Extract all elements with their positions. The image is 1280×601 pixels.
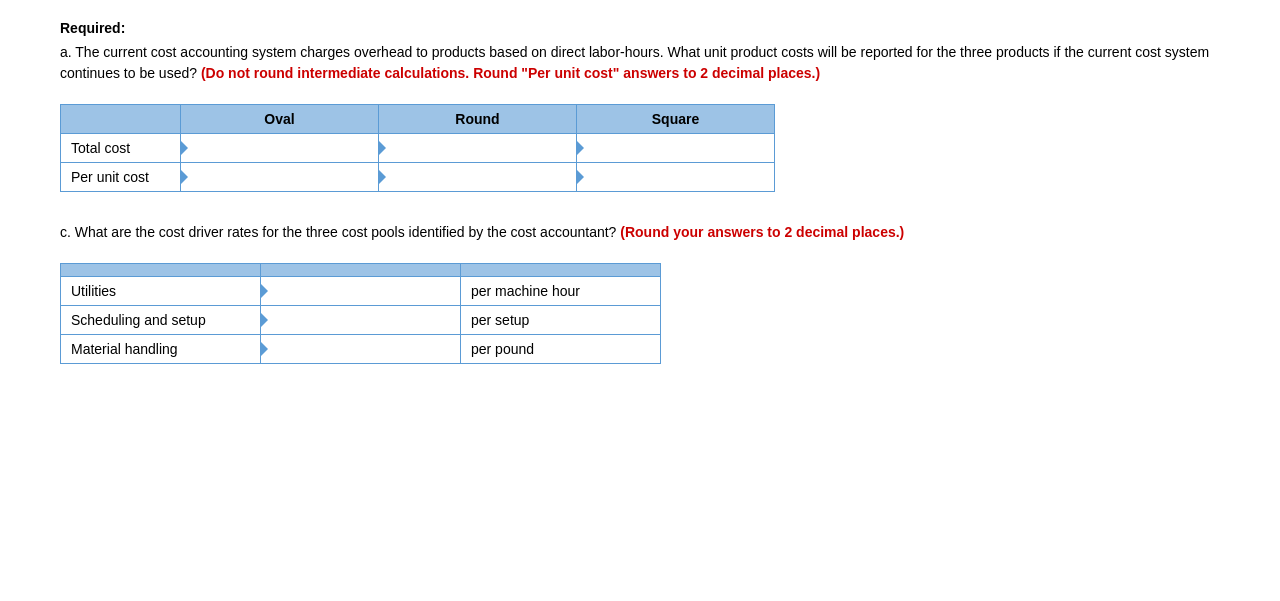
question-c-note: (Round your answers to 2 decimal places.…	[620, 224, 904, 240]
table-row: Per unit cost	[61, 163, 775, 192]
table-row: Total cost	[61, 134, 775, 163]
table-a-perunit-round-input[interactable]	[389, 170, 566, 185]
table-c-header-empty2	[261, 264, 461, 277]
table-c-scheduling-value-cell[interactable]	[261, 306, 461, 335]
table-a-row2-label: Per unit cost	[61, 163, 181, 192]
table-c-material-unit: per pound	[461, 335, 661, 364]
table-a-perunit-oval-input[interactable]	[191, 170, 368, 185]
table-c-utilities-unit: per machine hour	[461, 277, 661, 306]
table-a-header-empty	[61, 105, 181, 134]
table-c-scheduling-input[interactable]	[271, 313, 450, 328]
section-a: Required: a. The current cost accounting…	[60, 20, 1220, 192]
table-a-total-round-cell[interactable]	[379, 134, 577, 163]
table-c-utilities-label: Utilities	[61, 277, 261, 306]
table-a-total-square-input[interactable]	[587, 141, 764, 156]
table-c-header-empty1	[61, 264, 261, 277]
table-c-scheduling-label: Scheduling and setup	[61, 306, 261, 335]
table-a-perunit-round-cell[interactable]	[379, 163, 577, 192]
table-row: Material handling per pound	[61, 335, 661, 364]
table-row: Utilities per machine hour	[61, 277, 661, 306]
table-c-utilities-input[interactable]	[271, 284, 450, 299]
table-a-total-oval-input[interactable]	[191, 141, 368, 156]
table-c-utilities-value-cell[interactable]	[261, 277, 461, 306]
table-a-perunit-oval-cell[interactable]	[181, 163, 379, 192]
question-c-text: c. What are the cost driver rates for th…	[60, 222, 1220, 243]
table-a: Oval Round Square Total cost Per unit co…	[60, 104, 775, 192]
table-c-scheduling-unit: per setup	[461, 306, 661, 335]
table-c: Utilities per machine hour Scheduling an…	[60, 263, 661, 364]
table-a-total-square-cell[interactable]	[577, 134, 775, 163]
section-c: c. What are the cost driver rates for th…	[60, 222, 1220, 364]
table-a-total-round-input[interactable]	[389, 141, 566, 156]
table-c-header-empty3	[461, 264, 661, 277]
table-a-header-square: Square	[577, 105, 775, 134]
table-c-material-label: Material handling	[61, 335, 261, 364]
table-a-perunit-square-input[interactable]	[587, 170, 764, 185]
table-a-row1-label: Total cost	[61, 134, 181, 163]
table-c-material-value-cell[interactable]	[261, 335, 461, 364]
table-a-header-oval: Oval	[181, 105, 379, 134]
table-c-material-input[interactable]	[271, 342, 450, 357]
question-c-body: c. What are the cost driver rates for th…	[60, 224, 616, 240]
table-row: Scheduling and setup per setup	[61, 306, 661, 335]
required-label: Required:	[60, 20, 1220, 36]
question-a-text: a. The current cost accounting system ch…	[60, 42, 1220, 84]
table-a-total-oval-cell[interactable]	[181, 134, 379, 163]
question-a-note: (Do not round intermediate calculations.…	[201, 65, 820, 81]
table-a-header-round: Round	[379, 105, 577, 134]
table-a-perunit-square-cell[interactable]	[577, 163, 775, 192]
